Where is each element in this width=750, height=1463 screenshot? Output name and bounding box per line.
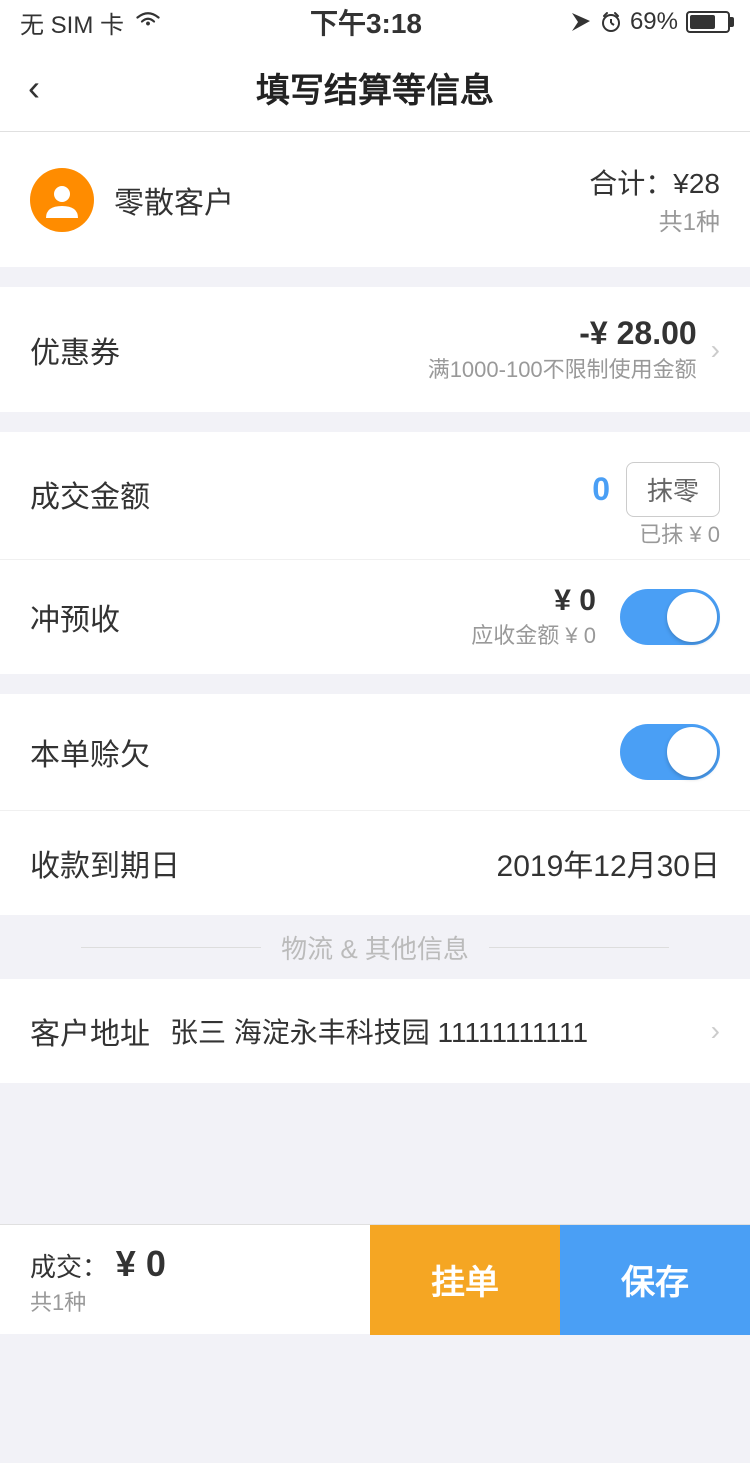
address-row[interactable]: 客户地址 张三 海淀永丰科技园 11111111111 › (0, 979, 750, 1083)
logistics-divider: 物流 & 其他信息 (0, 915, 750, 979)
status-bar: 无 SIM 卡 下午3:18 69% (0, 0, 750, 44)
save-button[interactable]: 保存 (560, 1225, 750, 1335)
round-zero-info: 已抹 ¥ 0 (639, 517, 720, 549)
bottom-summary: 成交： ¥ 0 共1种 (0, 1243, 370, 1317)
address-section[interactable]: 客户地址 张三 海淀永丰科技园 11111111111 › (0, 979, 750, 1083)
coupon-section[interactable]: 优惠券 -¥ 28.00 满1000-100不限制使用金额 › (0, 287, 750, 412)
customer-name: 零散客户 (114, 178, 234, 222)
coupon-label: 优惠券 (30, 328, 120, 372)
alarm-icon (600, 11, 622, 33)
coupon-amount: -¥ 28.00 (428, 315, 697, 352)
chevron-right-icon: › (711, 334, 720, 366)
debt-row: 本单赊欠 (0, 694, 750, 811)
back-button[interactable]: ‹ (28, 67, 40, 109)
bottom-deal-label: 成交： (30, 1252, 108, 1282)
coupon-desc: 满1000-100不限制使用金额 (428, 352, 697, 384)
nav-bar: ‹ 填写结算等信息 (0, 44, 750, 132)
customer-right: 合计：¥28 共1种 (589, 162, 720, 237)
customer-left: 零散客户 (30, 168, 234, 232)
address-label: 客户地址 (30, 1009, 150, 1053)
bottom-count: 共1种 (30, 1285, 340, 1317)
deal-amount-label: 成交金额 (30, 462, 150, 516)
person-icon (42, 180, 82, 220)
deal-amount-row: 成交金额 抹零 已抹 ¥ 0 (0, 432, 750, 560)
round-zero-button[interactable]: 抹零 (626, 462, 720, 517)
address-value: 张三 海淀永丰科技园 11111111111 (170, 1011, 691, 1051)
debt-toggle[interactable] (620, 724, 720, 780)
prepay-row: 冲预收 ¥ 0 应收金额 ¥ 0 (0, 560, 750, 674)
bottom-bar: 成交： ¥ 0 共1种 挂单 保存 (0, 1224, 750, 1334)
prepay-toggle[interactable] (620, 589, 720, 645)
battery-icon (686, 11, 730, 33)
total-amount: 合计：¥28 (589, 162, 720, 202)
divider-1 (0, 267, 750, 287)
total-count: 共1种 (589, 202, 720, 237)
due-date-row: 收款到期日 2019年12月30日 (0, 811, 750, 915)
due-date-label: 收款到期日 (30, 841, 180, 885)
logistics-divider-text: 物流 & 其他信息 (81, 929, 669, 966)
coupon-row[interactable]: 优惠券 -¥ 28.00 满1000-100不限制使用金额 › (0, 287, 750, 412)
divider-2 (0, 412, 750, 432)
coupon-right: -¥ 28.00 满1000-100不限制使用金额 › (428, 315, 720, 384)
status-right: 69% (570, 8, 730, 36)
divider-3 (0, 674, 750, 694)
battery-percent: 69% (630, 8, 678, 36)
customer-avatar (30, 168, 94, 232)
toggle-knob (667, 592, 717, 642)
page-title: 填写结算等信息 (256, 63, 494, 112)
debt-toggle-knob (667, 727, 717, 777)
debt-label: 本单赊欠 (30, 730, 150, 774)
debt-section: 本单赊欠 收款到期日 2019年12月30日 (0, 694, 750, 915)
wifi-icon (134, 8, 162, 37)
hang-button[interactable]: 挂单 (370, 1225, 560, 1335)
due-date-value: 2019年12月30日 (497, 841, 720, 885)
status-time: 下午3:18 (310, 2, 422, 42)
location-icon (570, 11, 592, 33)
deal-amount-input[interactable] (510, 471, 610, 508)
customer-section: 零散客户 合计：¥28 共1种 (0, 132, 750, 267)
deal-amount-right: 抹零 已抹 ¥ 0 (510, 462, 720, 549)
prepay-desc: 应收金额 ¥ 0 (471, 618, 596, 650)
no-sim-label: 无 SIM 卡 (20, 5, 124, 40)
bottom-deal-amount: ¥ 0 (116, 1243, 166, 1284)
prepay-label: 冲预收 (30, 595, 120, 639)
deal-prepay-section: 成交金额 抹零 已抹 ¥ 0 冲预收 ¥ 0 应收金额 ¥ 0 (0, 432, 750, 674)
prepay-amount: ¥ 0 (471, 584, 596, 618)
status-left: 无 SIM 卡 (20, 5, 162, 40)
address-chevron-icon: › (711, 1015, 720, 1047)
